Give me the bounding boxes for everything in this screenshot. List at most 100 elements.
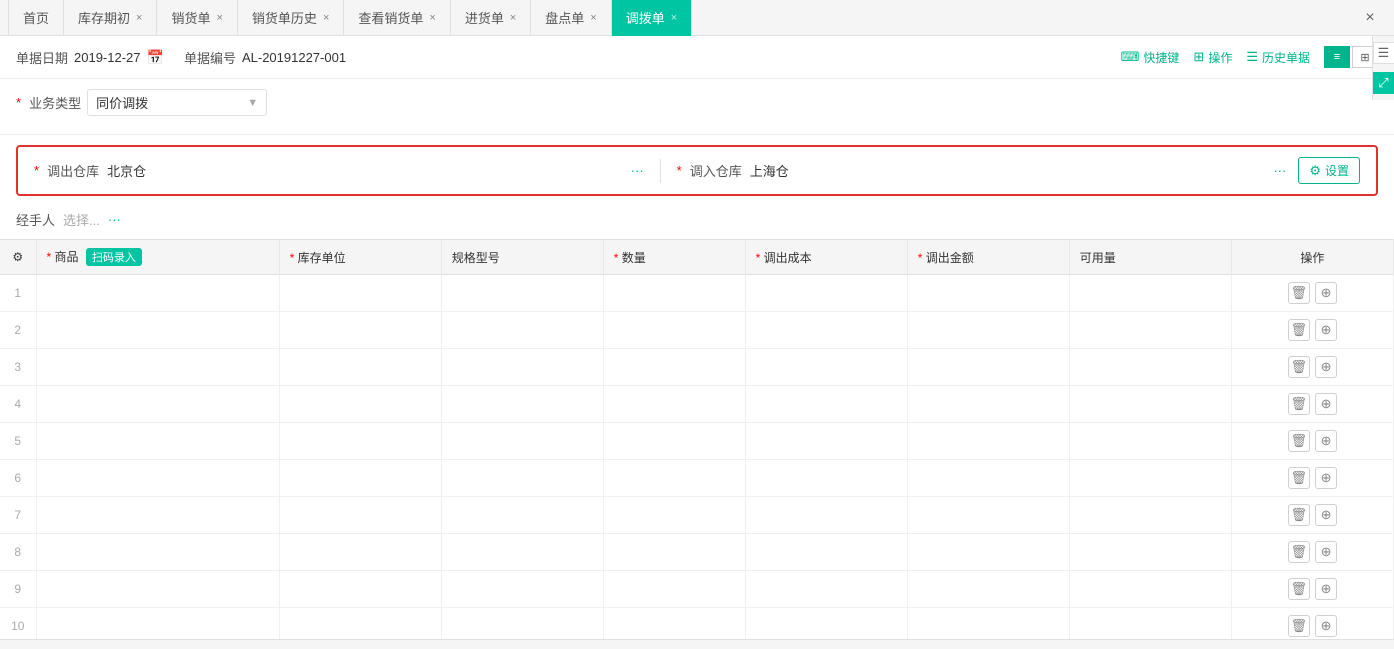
row-unit[interactable] — [279, 608, 441, 640]
row-qty[interactable] — [603, 608, 745, 640]
row-spec[interactable] — [441, 386, 603, 423]
row-cost[interactable] — [745, 534, 907, 571]
row-qty[interactable] — [603, 386, 745, 423]
delete-row-button[interactable]: 🗑 — [1288, 430, 1310, 452]
delete-row-button[interactable]: 🗑 — [1288, 578, 1310, 600]
person-select[interactable]: 选择... — [63, 210, 100, 229]
tab-view-sales[interactable]: 查看销货单 × — [344, 0, 450, 36]
shortcuts-button[interactable]: ⌨ 快捷键 — [1121, 49, 1180, 66]
row-unit[interactable] — [279, 423, 441, 460]
row-unit[interactable] — [279, 386, 441, 423]
horizontal-scrollbar[interactable] — [0, 639, 1394, 649]
sidebar-list-button[interactable]: ☰ — [1373, 42, 1394, 64]
settings-button[interactable]: ⚙ 设置 — [1298, 157, 1360, 184]
row-spec[interactable] — [441, 275, 603, 312]
tab-inventory-init-close[interactable]: × — [136, 12, 142, 24]
row-cost[interactable] — [745, 497, 907, 534]
row-qty[interactable] — [603, 497, 745, 534]
row-qty[interactable] — [603, 423, 745, 460]
copy-row-button[interactable]: ⊕ — [1315, 541, 1337, 563]
row-unit[interactable] — [279, 349, 441, 386]
row-product[interactable] — [36, 460, 279, 497]
row-spec[interactable] — [441, 534, 603, 571]
tab-sales-order-close[interactable]: × — [216, 12, 222, 24]
row-unit[interactable] — [279, 460, 441, 497]
row-avail[interactable] — [1069, 386, 1231, 423]
delete-row-button[interactable]: 🗑 — [1288, 467, 1310, 489]
row-spec[interactable] — [441, 349, 603, 386]
delete-row-button[interactable]: 🗑 — [1288, 319, 1310, 341]
row-amount[interactable] — [907, 312, 1069, 349]
row-spec[interactable] — [441, 497, 603, 534]
row-qty[interactable] — [603, 349, 745, 386]
row-product[interactable] — [36, 423, 279, 460]
row-spec[interactable] — [441, 571, 603, 608]
delete-row-button[interactable]: 🗑 — [1288, 356, 1310, 378]
row-avail[interactable] — [1069, 423, 1231, 460]
row-avail[interactable] — [1069, 349, 1231, 386]
row-amount[interactable] — [907, 275, 1069, 312]
tab-transfer-close[interactable]: × — [671, 12, 677, 24]
row-unit[interactable] — [279, 534, 441, 571]
tab-purchase-order-close[interactable]: × — [510, 12, 516, 24]
row-amount[interactable] — [907, 423, 1069, 460]
row-avail[interactable] — [1069, 460, 1231, 497]
row-qty[interactable] — [603, 312, 745, 349]
row-product[interactable] — [36, 571, 279, 608]
copy-row-button[interactable]: ⊕ — [1315, 393, 1337, 415]
row-cost[interactable] — [745, 349, 907, 386]
copy-row-button[interactable]: ⊕ — [1315, 578, 1337, 600]
copy-row-button[interactable]: ⊕ — [1315, 430, 1337, 452]
operations-button[interactable]: ⊞ 操作 — [1193, 49, 1232, 66]
row-amount[interactable] — [907, 497, 1069, 534]
row-avail[interactable] — [1069, 571, 1231, 608]
history-button[interactable]: ☰ 历史单据 — [1246, 49, 1310, 66]
row-cost[interactable] — [745, 608, 907, 640]
delete-row-button[interactable]: 🗑 — [1288, 504, 1310, 526]
sidebar-expand-button[interactable]: ⤢ — [1373, 72, 1394, 94]
row-unit[interactable] — [279, 275, 441, 312]
row-product[interactable] — [36, 275, 279, 312]
window-close-button[interactable]: × — [1354, 0, 1386, 36]
warehouse-out-more-icon[interactable]: ··· — [631, 163, 644, 178]
row-avail[interactable] — [1069, 497, 1231, 534]
row-unit[interactable] — [279, 497, 441, 534]
row-product[interactable] — [36, 349, 279, 386]
copy-row-button[interactable]: ⊕ — [1315, 282, 1337, 304]
row-amount[interactable] — [907, 534, 1069, 571]
row-unit[interactable] — [279, 312, 441, 349]
row-spec[interactable] — [441, 423, 603, 460]
delete-row-button[interactable]: 🗑 — [1288, 541, 1310, 563]
row-qty[interactable] — [603, 460, 745, 497]
row-cost[interactable] — [745, 423, 907, 460]
row-qty[interactable] — [603, 571, 745, 608]
copy-row-button[interactable]: ⊕ — [1315, 467, 1337, 489]
row-product[interactable] — [36, 312, 279, 349]
row-cost[interactable] — [745, 312, 907, 349]
layout-btn-list[interactable]: ≡ — [1324, 46, 1350, 68]
tab-home[interactable]: 首页 — [8, 0, 64, 36]
row-unit[interactable] — [279, 571, 441, 608]
tab-sales-order[interactable]: 销货单 × — [157, 0, 237, 36]
row-product[interactable] — [36, 497, 279, 534]
row-cost[interactable] — [745, 386, 907, 423]
tab-transfer[interactable]: 调拨单 × — [612, 0, 692, 36]
row-amount[interactable] — [907, 349, 1069, 386]
row-spec[interactable] — [441, 608, 603, 640]
tab-purchase-order[interactable]: 进货单 × — [451, 0, 531, 36]
row-avail[interactable] — [1069, 534, 1231, 571]
warehouse-in-more-icon[interactable]: ··· — [1273, 163, 1286, 178]
th-gear[interactable]: ⚙ — [0, 240, 36, 275]
row-amount[interactable] — [907, 571, 1069, 608]
tab-inventory-check[interactable]: 盘点单 × — [531, 0, 611, 36]
row-product[interactable] — [36, 386, 279, 423]
row-amount[interactable] — [907, 460, 1069, 497]
delete-row-button[interactable]: 🗑 — [1288, 393, 1310, 415]
tab-sales-history[interactable]: 销货单历史 × — [238, 0, 344, 36]
row-spec[interactable] — [441, 312, 603, 349]
copy-row-button[interactable]: ⊕ — [1315, 356, 1337, 378]
business-type-select[interactable]: 同价调拨 ▼ — [87, 89, 267, 116]
row-product[interactable] — [36, 608, 279, 640]
row-spec[interactable] — [441, 460, 603, 497]
row-amount[interactable] — [907, 608, 1069, 640]
